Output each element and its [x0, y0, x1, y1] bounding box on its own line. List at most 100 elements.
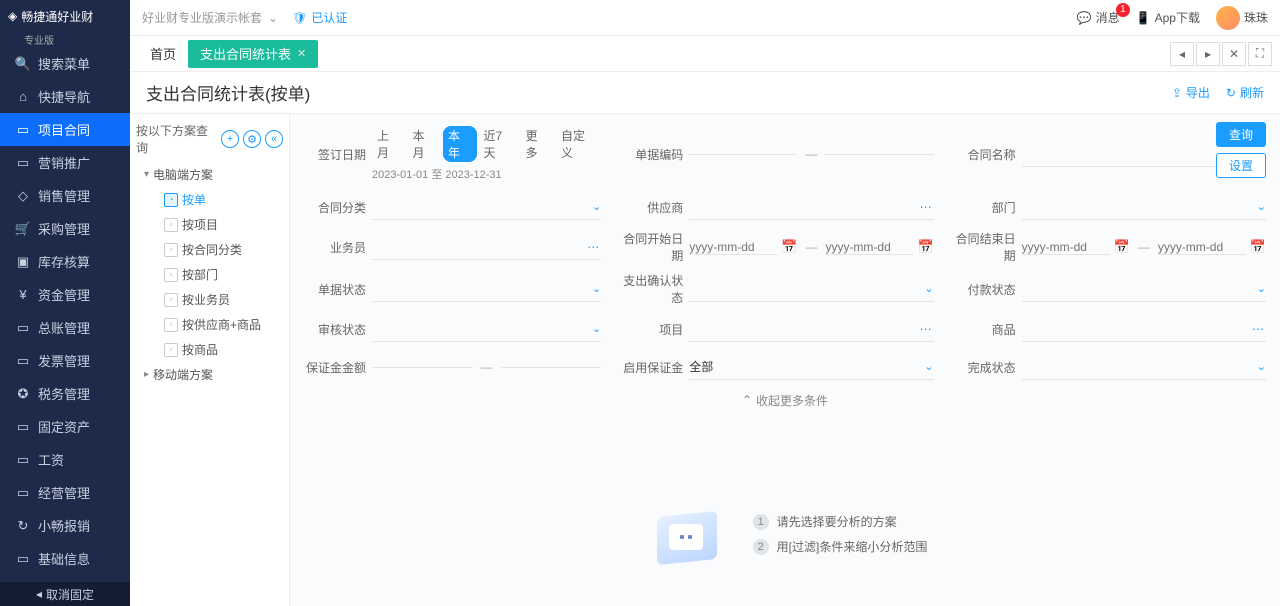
- app-download-button[interactable]: 📱 App下载: [1136, 9, 1200, 26]
- tree-node-by-doc[interactable]: ◔按单: [136, 187, 283, 212]
- sidebar-item-marketing[interactable]: ▭营销推广: [0, 146, 130, 179]
- sidebar-item-invoice[interactable]: ▭发票管理: [0, 344, 130, 377]
- tree-node-pc[interactable]: ▾电脑端方案: [136, 162, 283, 187]
- quick-date-custom[interactable]: 自定义: [556, 126, 601, 162]
- sidebar-item-fund[interactable]: ¥资金管理: [0, 278, 130, 311]
- tree-node-by-salesman[interactable]: ▫按业务员: [136, 287, 283, 312]
- account-name: 好业财专业版演示帐套: [142, 9, 262, 26]
- audit-state-select[interactable]: ⌄: [372, 316, 601, 342]
- pay-state-select[interactable]: ⌄: [1022, 276, 1266, 302]
- step-num: 1: [753, 514, 769, 530]
- field-contract-cat: 合同分类 ⌄: [304, 192, 601, 222]
- menu-label: 项目合同: [38, 120, 90, 139]
- collapse-panel-button[interactable]: «: [265, 130, 283, 148]
- tab-next-button[interactable]: ▸: [1196, 42, 1220, 66]
- settings-button[interactable]: 设置: [1216, 153, 1266, 178]
- sidebar-unpin[interactable]: ◂ 取消固定: [0, 582, 130, 606]
- node-icon: ▫: [164, 318, 178, 332]
- export-icon: ⇪: [1172, 86, 1182, 100]
- collapse-filters-button[interactable]: ⌃ 收起更多条件: [290, 386, 1280, 414]
- supplier-picker[interactable]: ⋯: [689, 194, 933, 220]
- tree-node-by-dept[interactable]: ▫按部门: [136, 262, 283, 287]
- fullscreen-button[interactable]: ⛶: [1248, 42, 1272, 66]
- dept-select[interactable]: ⌄: [1022, 194, 1266, 220]
- start-date-from[interactable]: [689, 240, 777, 255]
- field-label: 单据状态: [304, 281, 366, 298]
- sidebar-item-purchase[interactable]: 🛒采购管理: [0, 212, 130, 245]
- sidebar-item-ledger[interactable]: ▭总账管理: [0, 311, 130, 344]
- sidebar-item-basic[interactable]: ▭基础信息: [0, 542, 130, 575]
- user-menu[interactable]: 珠珠: [1216, 6, 1268, 30]
- chart-icon: ▭: [16, 486, 30, 500]
- chevron-up-icon: ⌃: [742, 393, 752, 407]
- contract-cat-select[interactable]: ⌄: [372, 194, 601, 220]
- sidebar-item-search[interactable]: 🔍搜索菜单: [0, 47, 130, 80]
- confirm-state-select[interactable]: ⌄: [689, 276, 933, 302]
- refresh-button[interactable]: ↻刷新: [1226, 84, 1264, 101]
- close-icon[interactable]: ✕: [297, 47, 306, 60]
- start-date-to[interactable]: [825, 240, 913, 255]
- refresh-icon: ↻: [16, 519, 30, 533]
- chevron-down-icon: ⌄: [268, 11, 278, 25]
- list-icon: ▭: [16, 552, 30, 566]
- export-button[interactable]: ⇪导出: [1172, 84, 1210, 101]
- tab-contract-report[interactable]: 支出合同统计表 ✕: [188, 40, 318, 68]
- enable-deposit-select[interactable]: 全部⌄: [689, 354, 933, 380]
- quick-date-more[interactable]: 更多: [521, 126, 555, 162]
- tree-node-by-product[interactable]: ▫按商品: [136, 337, 283, 362]
- calendar-icon[interactable]: 📅: [917, 239, 933, 255]
- field-label: 商品: [954, 321, 1016, 338]
- field-confirm-state: 支出确认状态 ⌄: [621, 272, 933, 306]
- query-button[interactable]: 查询: [1216, 122, 1266, 147]
- logo-icon: ◈: [8, 9, 17, 23]
- calendar-icon[interactable]: 📅: [1250, 239, 1266, 255]
- user-name: 珠珠: [1244, 9, 1268, 26]
- tree-label: 电脑端方案: [153, 166, 213, 183]
- complete-state-select[interactable]: ⌄: [1022, 354, 1266, 380]
- refresh-label: 刷新: [1240, 84, 1264, 101]
- scheme-settings-button[interactable]: ⚙: [243, 130, 261, 148]
- tree-node-by-cat[interactable]: ▫按合同分类: [136, 237, 283, 262]
- calendar-icon[interactable]: 📅: [781, 239, 797, 255]
- tree-node-mobile[interactable]: ▸移动端方案: [136, 362, 283, 387]
- account-select[interactable]: 好业财专业版演示帐套 ⌄: [142, 9, 278, 26]
- end-date-to[interactable]: [1158, 240, 1246, 255]
- quick-date-thismonth[interactable]: 本月: [408, 126, 442, 162]
- project-picker[interactable]: ⋯: [689, 316, 933, 342]
- sidebar-item-salary[interactable]: ▭工资: [0, 443, 130, 476]
- tree-node-by-supplier[interactable]: ▫按供应商+商品: [136, 312, 283, 337]
- messages-badge: 1: [1116, 3, 1130, 17]
- end-date-from[interactable]: [1022, 240, 1110, 255]
- tree-node-by-project[interactable]: ▫按项目: [136, 212, 283, 237]
- quick-date-lastmonth[interactable]: 上月: [372, 126, 406, 162]
- messages-button[interactable]: 💬 消息 1: [1077, 9, 1120, 26]
- field-label: 启用保证金: [621, 359, 683, 376]
- salesman-picker[interactable]: ⋯: [372, 234, 601, 260]
- chevron-down-icon: ⌄: [592, 200, 601, 213]
- tree-label: 按商品: [182, 341, 218, 358]
- tree-label: 移动端方案: [153, 366, 213, 383]
- quick-date-thisyear[interactable]: 本年: [443, 126, 477, 162]
- field-end-date: 合同结束日期 📅 — 📅: [954, 230, 1266, 264]
- sidebar-item-tax[interactable]: ✪税务管理: [0, 377, 130, 410]
- tab-home[interactable]: 首页: [138, 40, 188, 68]
- more-icon: ⋯: [1252, 322, 1266, 336]
- sidebar-item-stock[interactable]: ▣库存核算: [0, 245, 130, 278]
- calendar-icon[interactable]: 📅: [1114, 239, 1130, 255]
- sidebar-item-contract[interactable]: ▭项目合同: [0, 113, 130, 146]
- product-picker[interactable]: ⋯: [1022, 316, 1266, 342]
- tab-prev-button[interactable]: ◂: [1170, 42, 1194, 66]
- add-scheme-button[interactable]: +: [221, 130, 239, 148]
- more-icon: ⋯: [920, 322, 934, 336]
- quick-date-7days[interactable]: 近7天: [479, 126, 519, 162]
- salary-icon: ▭: [16, 453, 30, 467]
- doc-state-select[interactable]: ⌄: [372, 276, 601, 302]
- sidebar-item-reimburse[interactable]: ↻小畅报销: [0, 509, 130, 542]
- tab-close-all-button[interactable]: ✕: [1222, 42, 1246, 66]
- sidebar-item-asset[interactable]: ▭固定资产: [0, 410, 130, 443]
- sidebar-item-shortcut[interactable]: ⌂快捷导航: [0, 80, 130, 113]
- sidebar-item-sys[interactable]: ⚙系统管理: [0, 575, 130, 582]
- sidebar-item-biz[interactable]: ▭经营管理: [0, 476, 130, 509]
- book-icon: ▭: [16, 321, 30, 335]
- sidebar-item-sales[interactable]: ◇销售管理: [0, 179, 130, 212]
